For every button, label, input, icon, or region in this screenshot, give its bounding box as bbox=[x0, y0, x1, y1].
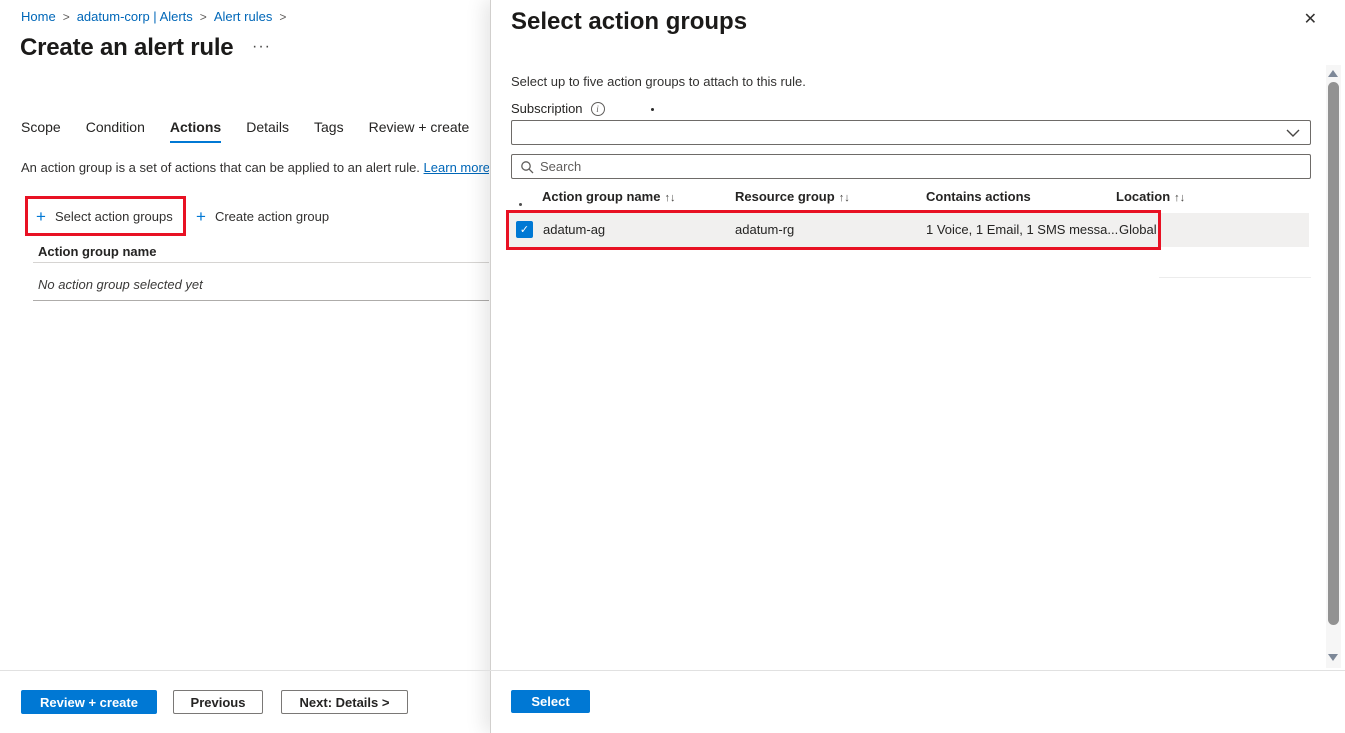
learn-more-link[interactable]: Learn more bbox=[424, 160, 489, 175]
panel-subtitle: Select up to five action groups to attac… bbox=[511, 74, 806, 89]
select-action-groups-button[interactable]: + Select action groups bbox=[36, 196, 173, 236]
scroll-up-arrow-icon[interactable] bbox=[1328, 70, 1338, 77]
azure-portal-screen: Home>adatum-corp | Alerts>Alert rules> C… bbox=[0, 0, 1345, 733]
footer-divider bbox=[0, 670, 1345, 671]
subscription-label: Subscription i bbox=[511, 101, 605, 116]
create-action-group-label: Create action group bbox=[215, 209, 329, 224]
previous-button[interactable]: Previous bbox=[173, 690, 263, 714]
tab-condition[interactable]: Condition bbox=[86, 119, 145, 143]
list-divider bbox=[1159, 277, 1311, 278]
search-box bbox=[511, 154, 1311, 179]
review-create-button[interactable]: Review + create bbox=[21, 690, 157, 714]
required-dot bbox=[651, 108, 654, 111]
subscription-label-text: Subscription bbox=[511, 101, 583, 116]
scroll-down-arrow-icon[interactable] bbox=[1328, 654, 1338, 661]
empty-state-text: No action group selected yet bbox=[38, 277, 203, 292]
plus-icon: + bbox=[36, 208, 46, 225]
select-action-groups-label: Select action groups bbox=[55, 209, 173, 224]
actions-description-text: An action group is a set of actions that… bbox=[21, 160, 420, 175]
create-alert-rule-page: Home>adatum-corp | Alerts>Alert rules> C… bbox=[0, 0, 490, 733]
sort-arrows-icon: ↑↓ bbox=[839, 192, 850, 204]
wizard-footer: Review + create Previous Next: Details > bbox=[21, 690, 408, 714]
close-icon[interactable]: ✕ bbox=[1304, 12, 1317, 28]
create-action-group-button[interactable]: + Create action group bbox=[196, 196, 329, 236]
action-group-name-column-header: Action group name bbox=[38, 244, 156, 259]
sort-arrows-icon: ↑↓ bbox=[664, 192, 675, 204]
table-bottom-divider bbox=[33, 300, 489, 301]
scrollbar-track bbox=[1326, 65, 1341, 668]
column-header-action-group-name[interactable]: Action group name ↑↓ bbox=[542, 189, 675, 204]
column-header-location[interactable]: Location ↑↓ bbox=[1116, 189, 1185, 204]
page-title: Create an alert rule bbox=[20, 34, 233, 62]
select-action-groups-panel: Select action groups ✕ Select up to five… bbox=[490, 0, 1345, 733]
breadcrumb: Home>adatum-corp | Alerts>Alert rules> bbox=[21, 9, 293, 24]
info-icon[interactable]: i bbox=[591, 102, 605, 116]
actions-description: An action group is a set of actions that… bbox=[21, 160, 489, 175]
breadcrumb-separator: > bbox=[193, 10, 214, 24]
cell-action-group-name: adatum-ag bbox=[543, 222, 605, 237]
action-groups-table-header: Action group name ↑↓ Resource group ↑↓ Con… bbox=[509, 186, 1311, 210]
breadcrumb-home-link[interactable]: Home bbox=[21, 9, 56, 24]
tab-details[interactable]: Details bbox=[246, 119, 289, 143]
action-group-row[interactable]: ✓ adatum-ag adatum-rg 1 Voice, 1 Email, … bbox=[509, 213, 1309, 247]
column-label: Action group name bbox=[542, 189, 660, 204]
search-input[interactable] bbox=[540, 155, 1310, 178]
column-header-resource-group[interactable]: Resource group ↑↓ bbox=[735, 189, 850, 204]
cell-contains-actions: 1 Voice, 1 Email, 1 SMS messa... bbox=[926, 222, 1118, 237]
tab-review-create[interactable]: Review + create bbox=[369, 119, 470, 143]
breadcrumb-separator: > bbox=[272, 10, 293, 24]
tab-scope[interactable]: Scope bbox=[21, 119, 61, 143]
scrollbar-thumb[interactable] bbox=[1328, 82, 1339, 625]
checkmark-icon: ✓ bbox=[520, 223, 529, 236]
cell-location: Global bbox=[1119, 222, 1157, 237]
select-button[interactable]: Select bbox=[511, 690, 590, 713]
select-all-dot bbox=[519, 203, 522, 206]
column-label: Location bbox=[1116, 189, 1170, 204]
breadcrumb-separator: > bbox=[56, 10, 77, 24]
wizard-tabs: Scope Condition Actions Details Tags Rev… bbox=[21, 119, 469, 143]
row-checkbox[interactable]: ✓ bbox=[516, 221, 533, 238]
tab-tags[interactable]: Tags bbox=[314, 119, 344, 143]
search-icon bbox=[520, 160, 534, 174]
plus-icon: + bbox=[196, 208, 206, 225]
next-details-button[interactable]: Next: Details > bbox=[281, 690, 408, 714]
subscription-dropdown[interactable] bbox=[511, 120, 1311, 145]
chevron-down-icon bbox=[1286, 128, 1300, 138]
column-header-contains-actions: Contains actions bbox=[926, 189, 1031, 204]
breadcrumb-alert-rules-link[interactable]: Alert rules bbox=[214, 9, 273, 24]
breadcrumb-alerts-link[interactable]: adatum-corp | Alerts bbox=[77, 9, 193, 24]
tab-actions[interactable]: Actions bbox=[170, 119, 221, 143]
sort-arrows-icon: ↑↓ bbox=[1174, 192, 1185, 204]
table-header-divider bbox=[33, 262, 489, 263]
cell-resource-group: adatum-rg bbox=[735, 222, 794, 237]
panel-title: Select action groups bbox=[511, 8, 747, 36]
column-label: Resource group bbox=[735, 189, 835, 204]
more-options-icon[interactable]: ··· bbox=[252, 38, 271, 56]
column-label: Contains actions bbox=[926, 189, 1031, 204]
